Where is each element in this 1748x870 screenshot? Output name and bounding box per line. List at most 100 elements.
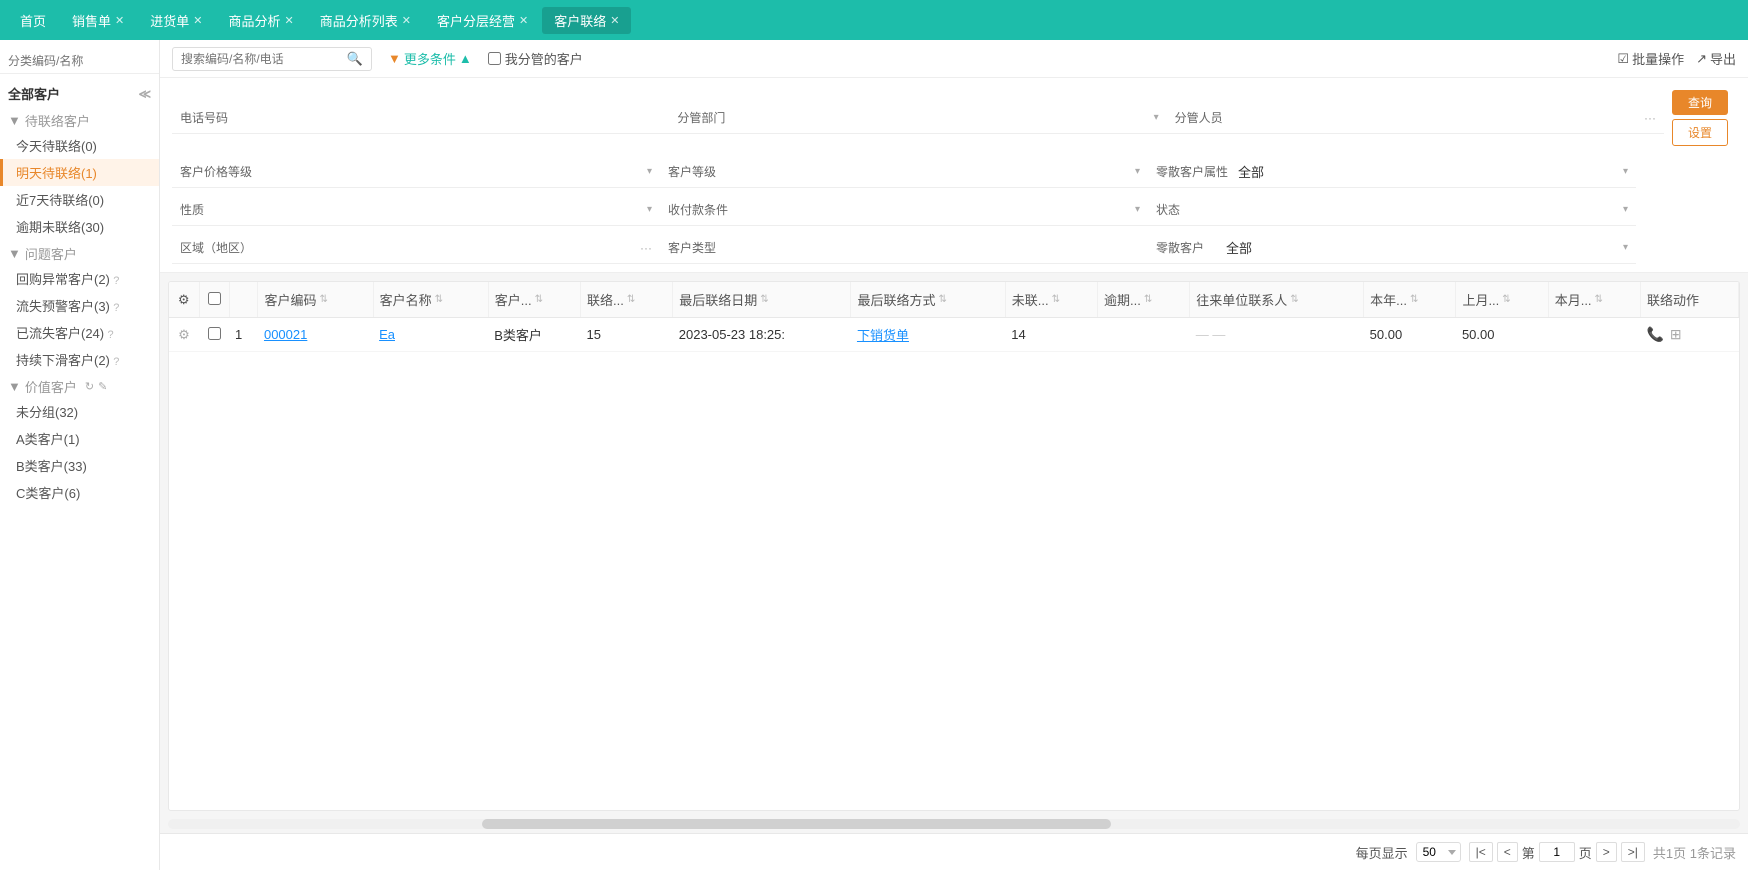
sort-icon-this-month[interactable]: ⇅ <box>1595 294 1603 305</box>
nav-product-analysis-list[interactable]: 商品分析列表 ✕ <box>308 7 423 34</box>
sidebar-search-bar[interactable]: 🔍 <box>0 48 159 74</box>
nature-input[interactable] <box>246 203 641 217</box>
customer-grade-input[interactable] <box>734 165 1129 179</box>
nav-sales-close[interactable]: ✕ <box>115 14 124 27</box>
row-checkbox[interactable] <box>199 318 229 352</box>
nav-customer-contact-close[interactable]: ✕ <box>610 14 619 27</box>
last-page-button[interactable]: >| <box>1621 842 1645 862</box>
row-code[interactable]: 000021 <box>258 318 373 352</box>
col-no-contact[interactable]: 未联...⇅ <box>1005 282 1097 318</box>
sidebar-item-churn-warning[interactable]: 流失预警客户(3) ? <box>0 292 159 319</box>
col-overdue[interactable]: 逾期...⇅ <box>1098 282 1190 318</box>
nav-home[interactable]: 首页 <box>8 7 58 34</box>
my-customers-checkbox[interactable] <box>488 52 501 65</box>
nav-customer-tier[interactable]: 客户分层经营 ✕ <box>425 7 540 34</box>
sort-icon-overdue[interactable]: ⇅ <box>1144 294 1152 305</box>
filter-customer-grade[interactable]: 客户等级 ▾ <box>660 156 1148 188</box>
nav-purchase[interactable]: 进货单 ✕ <box>138 7 214 34</box>
row-select-checkbox[interactable] <box>208 327 221 340</box>
scrollbar-thumb[interactable] <box>482 819 1111 829</box>
more-icon-2[interactable]: ··· <box>640 241 652 255</box>
filter-customer-type[interactable]: 客户类型 <box>660 232 1148 264</box>
dept-input[interactable] <box>743 111 1147 125</box>
sort-icon-contact-person[interactable]: ⇅ <box>1290 294 1298 305</box>
col-name[interactable]: 客户名称⇅ <box>373 282 488 318</box>
sidebar-all-customers[interactable]: 全部客户 ≪ <box>0 80 159 107</box>
nav-customer-tier-close[interactable]: ✕ <box>519 14 528 27</box>
sort-icon-last-method[interactable]: ⇅ <box>938 294 946 305</box>
grid-action-icon[interactable]: ⊞ <box>1670 326 1682 343</box>
region-input[interactable] <box>258 241 634 255</box>
settings-button[interactable]: 设置 <box>1672 119 1728 146</box>
filter-manager[interactable]: 分管人员 ··· <box>1167 102 1664 134</box>
sidebar-item-overdue[interactable]: 逾期未联络(30) <box>0 213 159 240</box>
filter-price-grade[interactable]: 客户价格等级 ▾ <box>172 156 660 188</box>
filter-status[interactable]: 状态 ▾ <box>1148 194 1636 226</box>
prev-page-button[interactable]: < <box>1497 842 1518 862</box>
filter-nature[interactable]: 性质 ▾ <box>172 194 660 226</box>
sidebar-item-declining[interactable]: 持续下滑客户(2) ? <box>0 346 159 373</box>
sidebar-item-today[interactable]: 今天待联络(0) <box>0 132 159 159</box>
filter-phone[interactable]: 电话号码 <box>172 102 669 134</box>
col-code[interactable]: 客户编码⇅ <box>258 282 373 318</box>
row-name[interactable]: Ea <box>373 318 488 352</box>
col-this-year[interactable]: 本年...⇅ <box>1364 282 1456 318</box>
sidebar-item-tomorrow[interactable]: 明天待联络(1) <box>0 159 159 186</box>
export-button[interactable]: ↗ 导出 <box>1696 49 1736 68</box>
sidebar-item-7days[interactable]: 近7天待联络(0) <box>0 186 159 213</box>
status-input[interactable] <box>1222 203 1617 217</box>
customer-type-input[interactable] <box>734 241 1140 255</box>
horizontal-scrollbar[interactable] <box>168 819 1740 829</box>
first-page-button[interactable]: |< <box>1469 842 1493 862</box>
col-checkbox[interactable] <box>199 282 229 318</box>
filter-retail-attr[interactable]: 零散客户属性 全部 ▾ <box>1148 156 1636 188</box>
phone-action-icon[interactable]: 📞 <box>1646 326 1663 343</box>
col-this-month[interactable]: 本月...⇅ <box>1548 282 1640 318</box>
sort-icon-this-year[interactable]: ⇅ <box>1410 294 1418 305</box>
sidebar-item-class-a[interactable]: A类客户(1) <box>0 425 159 452</box>
filter-payment[interactable]: 收付款条件 ▾ <box>660 194 1148 226</box>
col-contacts[interactable]: 联络...⇅ <box>580 282 672 318</box>
nav-product-analysis-close[interactable]: ✕ <box>285 14 294 27</box>
search-icon[interactable]: 🔍 <box>347 51 363 67</box>
nav-purchase-close[interactable]: ✕ <box>193 14 202 27</box>
select-all-checkbox[interactable] <box>208 292 221 305</box>
sidebar-item-churned[interactable]: 已流失客户(24) ? <box>0 319 159 346</box>
price-grade-input[interactable] <box>258 165 641 179</box>
manager-input[interactable] <box>1241 111 1638 125</box>
edit-icon[interactable]: ✎ <box>98 380 107 393</box>
row-settings[interactable]: ⚙ <box>169 318 199 352</box>
sidebar-item-class-b[interactable]: B类客户(33) <box>0 452 159 479</box>
col-last-method[interactable]: 最后联络方式⇅ <box>851 282 1005 318</box>
col-last-month[interactable]: 上月...⇅ <box>1456 282 1548 318</box>
next-page-button[interactable]: > <box>1596 842 1617 862</box>
sort-icon-last-month[interactable]: ⇅ <box>1502 294 1510 305</box>
col-last-date[interactable]: 最后联络日期⇅ <box>673 282 851 318</box>
col-type[interactable]: 客户...⇅ <box>488 282 580 318</box>
batch-action-button[interactable]: ☑ 批量操作 <box>1617 49 1684 68</box>
filter-retail-customer[interactable]: 零散客户 全部 ▾ <box>1148 232 1636 264</box>
page-size-select[interactable]: 50 10 20 100 <box>1416 842 1461 862</box>
nav-sales[interactable]: 销售单 ✕ <box>60 7 136 34</box>
nav-product-analysis[interactable]: 商品分析 ✕ <box>216 7 305 34</box>
more-icon[interactable]: ··· <box>1644 111 1656 125</box>
sort-icon-name[interactable]: ⇅ <box>435 294 443 305</box>
col-contact-person[interactable]: 往来单位联系人⇅ <box>1190 282 1364 318</box>
sidebar-search-input[interactable] <box>8 54 160 68</box>
sort-icon-contacts[interactable]: ⇅ <box>627 294 635 305</box>
filter-region[interactable]: 区域（地区） ··· <box>172 232 660 264</box>
search-input[interactable] <box>181 52 347 66</box>
sort-icon-code[interactable]: ⇅ <box>319 294 327 305</box>
nav-customer-contact[interactable]: 客户联络 ✕ <box>542 7 631 34</box>
payment-input[interactable] <box>734 203 1129 217</box>
sort-icon-last-date[interactable]: ⇅ <box>760 294 768 305</box>
search-wrap[interactable]: 🔍 <box>172 47 372 71</box>
sort-icon-no-contact[interactable]: ⇅ <box>1052 294 1060 305</box>
more-filter-button[interactable]: ▼ 更多条件 ▲ <box>380 46 480 71</box>
query-button[interactable]: 查询 <box>1672 90 1728 115</box>
my-customers-checkbox-wrap[interactable]: 我分管的客户 <box>488 49 583 68</box>
row-last-method[interactable]: 下销货单 <box>851 318 1005 352</box>
refresh-icon[interactable]: ↻ <box>85 380 94 393</box>
sidebar-item-class-c[interactable]: C类客户(6) <box>0 479 159 506</box>
page-number-input[interactable] <box>1539 842 1575 862</box>
